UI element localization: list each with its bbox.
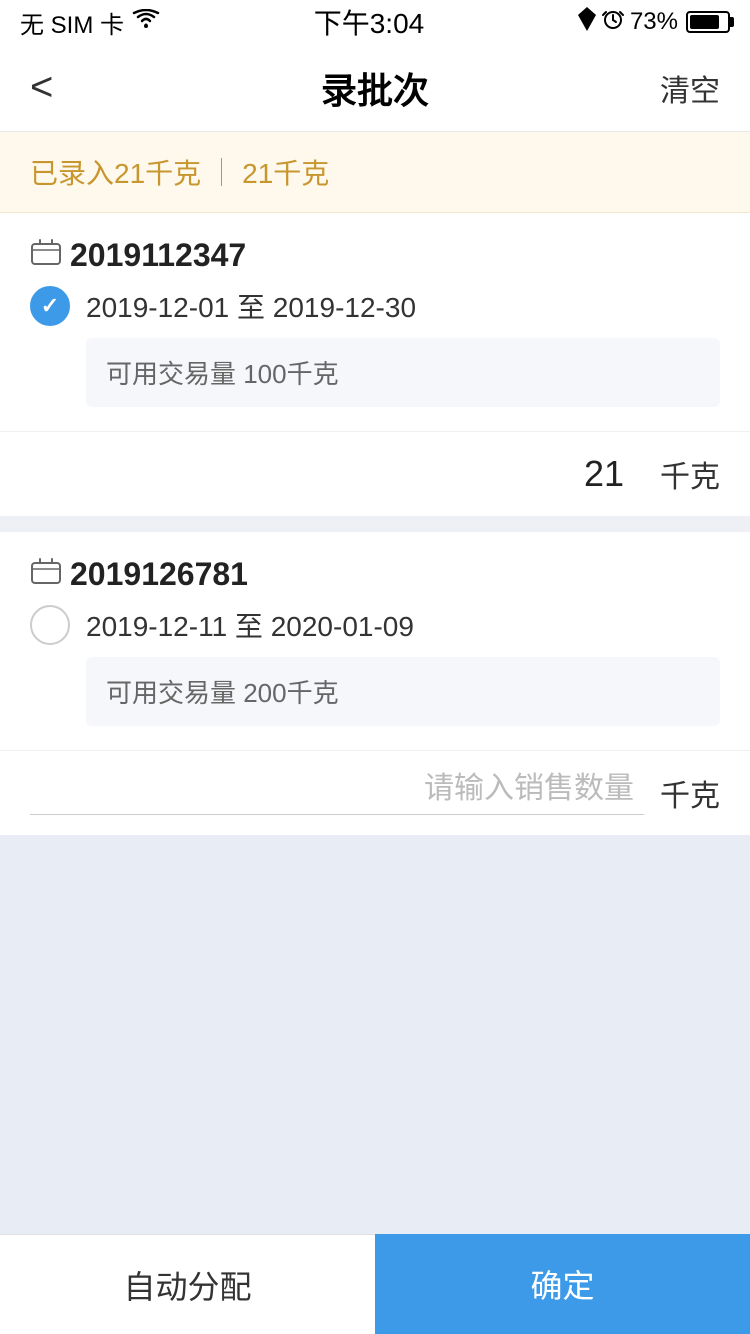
batch-1-availability: 可用交易量 100千克 <box>86 338 720 407</box>
batch-2-date-row[interactable]: 2019-12-11 至 2020-01-09 <box>30 605 720 645</box>
batch-1-unit: 千克 <box>660 452 720 496</box>
batch-2-header: 2019126781 <box>30 556 720 593</box>
location-icon <box>578 7 596 38</box>
empty-area <box>0 835 750 1295</box>
section-separator-1 <box>0 516 750 532</box>
batch-1-quantity-row: 21 千克 <box>0 431 750 516</box>
batch-2-icon <box>30 557 62 593</box>
page-title: 录批次 <box>321 62 429 114</box>
batch-2-date: 2019-12-11 至 2020-01-09 <box>86 605 414 645</box>
battery-icon <box>686 11 730 33</box>
batch-1-header: 2019112347 <box>30 237 720 274</box>
batch-2-unit: 千克 <box>660 771 720 815</box>
batch-2-quantity-row: 千克 <box>0 750 750 835</box>
recorded-label: 已录入21千克 <box>30 152 201 192</box>
batch-1-id: 2019112347 <box>70 237 246 274</box>
back-button[interactable]: < <box>30 65 90 110</box>
recorded-value: 21千克 <box>242 152 329 192</box>
batch-item-2: 2019126781 2019-12-11 至 2020-01-09 可用交易量… <box>0 532 750 835</box>
status-time: 下午3:04 <box>314 2 425 42</box>
batch-2-availability: 可用交易量 200千克 <box>86 657 720 726</box>
confirm-button[interactable]: 确定 <box>375 1234 750 1334</box>
carrier-text: 无 SIM 卡 <box>20 5 124 40</box>
batch-1-date-row[interactable]: 2019-12-01 至 2019-12-30 <box>30 286 720 326</box>
clear-button[interactable]: 清空 <box>660 66 720 110</box>
batch-2-radio[interactable] <box>30 605 70 645</box>
batch-1-quantity-value: 21 <box>584 453 624 495</box>
batch-2-id: 2019126781 <box>70 556 248 593</box>
bottom-bar: 自动分配 确定 <box>0 1234 750 1334</box>
batch-1-icon <box>30 238 62 274</box>
alarm-icon <box>602 8 624 37</box>
batch-2-quantity-input[interactable] <box>30 772 644 806</box>
batch-1-radio[interactable] <box>30 286 70 326</box>
status-bar: 无 SIM 卡 下午3:04 73% <box>0 0 750 44</box>
status-left: 无 SIM 卡 <box>20 5 160 40</box>
auto-distribute-button[interactable]: 自动分配 <box>0 1234 375 1334</box>
batch-item-1: 2019112347 2019-12-01 至 2019-12-30 可用交易量… <box>0 213 750 516</box>
battery-text: 73% <box>630 8 678 36</box>
info-banner: 已录入21千克 21千克 <box>0 132 750 213</box>
status-right: 73% <box>578 7 730 38</box>
wifi-icon <box>132 8 160 36</box>
nav-bar: < 录批次 清空 <box>0 44 750 132</box>
batch-1-date: 2019-12-01 至 2019-12-30 <box>86 286 416 326</box>
info-divider <box>221 158 222 186</box>
